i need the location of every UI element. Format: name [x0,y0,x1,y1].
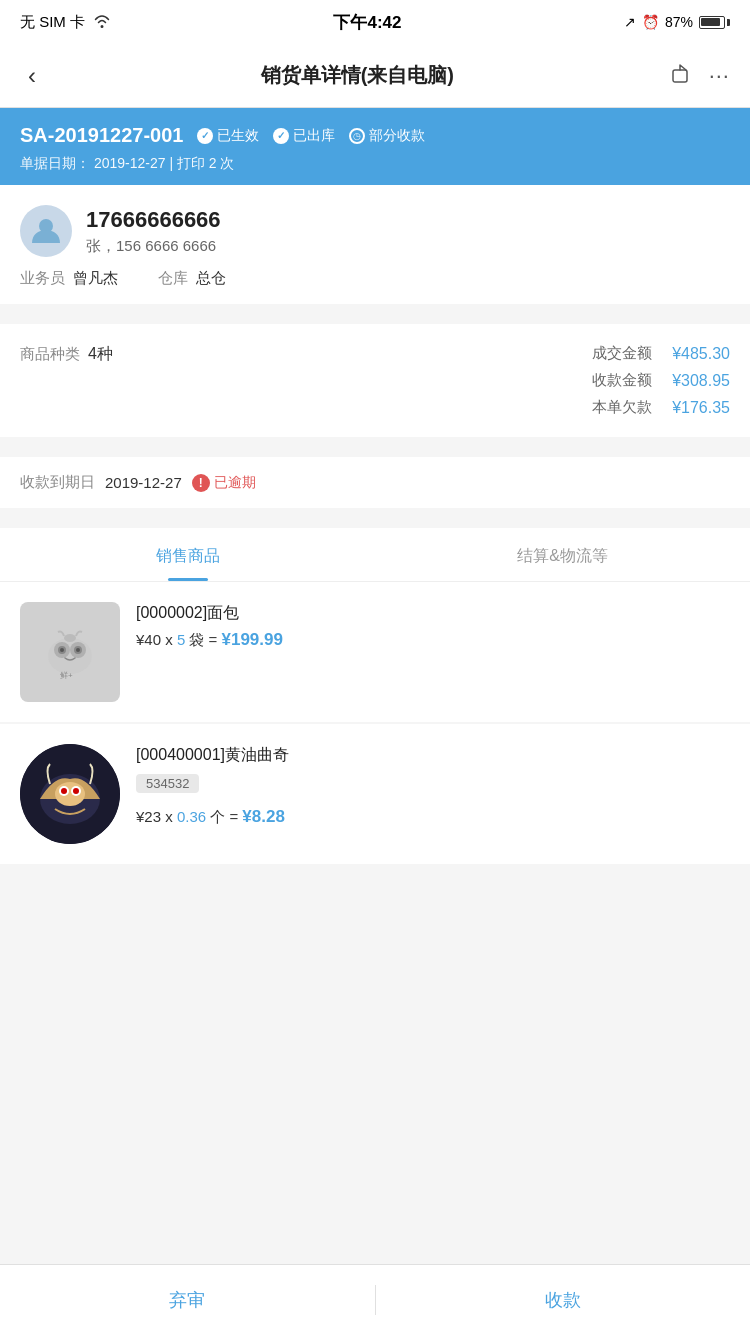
receipt-amount-label: 收款金额 [592,371,652,390]
wifi-icon [93,14,111,31]
stats-amounts: 成交金额 ¥485.30 收款金额 ¥308.95 本单欠款 ¥176.35 [592,344,730,417]
product-thumb-2 [20,744,120,844]
nav-actions: ··· [671,62,730,89]
divider-2 [0,437,750,447]
deal-amount-value: ¥485.30 [672,345,730,363]
order-header: SA-20191227-001 ✓ 已生效 ✓ 已出库 ◷ 部分收款 单据日期：… [0,108,750,185]
receipt-amount-value: ¥308.95 [672,372,730,390]
battery-text: 87% [665,14,693,30]
product-sku-2: 534532 [136,774,199,793]
customer-meta: 业务员 曾凡杰 仓库 总仓 [20,269,730,288]
order-date-row: 单据日期： 2019-12-27 | 打印 2 次 [20,155,730,173]
product-total-1: ¥199.99 [222,630,283,649]
product-kinds-value: 4种 [88,344,113,365]
salesman-value: 曾凡杰 [73,269,118,288]
product-total-2: ¥8.28 [242,807,285,826]
product-card-2: [000400001]黄油曲奇 534532 ¥23 x 0.36 个 = ¥8… [0,724,750,864]
share-button[interactable] [671,62,693,89]
svg-rect-0 [673,70,687,82]
product-info-2: [000400001]黄油曲奇 534532 ¥23 x 0.36 个 = ¥8… [136,744,730,827]
customer-avatar [20,205,72,257]
deal-amount-label: 成交金额 [592,344,652,363]
alarm-icon: ⏰ [642,14,659,30]
product-name-1: [0000002]面包 [136,602,730,624]
product-info-1: [0000002]面包 ¥40 x 5 袋 = ¥199.99 [136,602,730,650]
due-date-section: 收款到期日 2019-12-27 ! 已逾期 [0,457,750,508]
product-qty-2: 0.36 [177,808,206,825]
debt-amount-value: ¥176.35 [672,399,730,417]
order-date: 2019-12-27 [94,155,166,171]
bottom-bar: 弃审 收款 [0,1264,750,1334]
confirm-button[interactable]: 收款 [376,1268,751,1332]
overdue-icon: ! [192,474,210,492]
svg-point-13 [55,782,85,806]
product-kinds-label: 商品种类 [20,345,80,364]
salesman-label: 业务员 [20,269,65,288]
more-button[interactable]: ··· [709,63,730,89]
status-left: 无 SIM 卡 [20,13,111,32]
warehouse-value: 总仓 [196,269,226,288]
warehouse-label: 仓库 [158,269,188,288]
check-icon-active: ✓ [197,128,213,144]
status-time: 下午4:42 [333,11,401,34]
tab-settlement[interactable]: 结算&物流等 [375,528,750,581]
svg-point-9 [64,634,76,642]
product-card-1: 鲜+ [0000002]面包 ¥40 x 5 袋 = ¥199.99 [0,582,750,722]
location-icon: ↗ [624,14,636,30]
svg-point-8 [76,648,80,652]
svg-point-7 [60,648,64,652]
customer-name: 张，156 6666 6666 [86,237,730,256]
svg-point-2 [48,638,92,674]
bottom-spacer [0,866,750,946]
divider-1 [0,304,750,314]
page-title: 销货单详情(来自电脑) [261,62,454,89]
tab-sales-products[interactable]: 销售商品 [0,528,375,581]
order-id: SA-20191227-001 [20,124,183,147]
svg-text:鲜+: 鲜+ [60,671,73,680]
tab-settlement-label: 结算&物流等 [517,547,608,564]
product-name-2: [000400001]黄油曲奇 [136,744,730,766]
carrier-text: 无 SIM 卡 [20,13,85,32]
status-shipped: ✓ 已出库 [273,127,335,145]
product-qty-1: 5 [177,631,185,648]
check-icon-shipped: ✓ [273,128,289,144]
clock-icon: ◷ [349,128,365,144]
back-button[interactable]: ‹ [20,54,44,98]
overdue-badge: ! 已逾期 [192,474,256,492]
svg-point-16 [61,788,67,794]
customer-phone: 17666666666 [86,207,730,233]
print-info: | 打印 2 次 [169,155,234,171]
customer-section: 17666666666 张，156 6666 6666 业务员 曾凡杰 仓库 总… [0,185,750,304]
tabs-section: 销售商品 结算&物流等 [0,528,750,582]
status-bar: 无 SIM 卡 下午4:42 ↗ ⏰ 87% [0,0,750,44]
battery-icon [699,16,730,29]
date-label: 单据日期： [20,155,90,171]
product-thumb-1: 鲜+ [20,602,120,702]
cancel-button[interactable]: 弃审 [0,1268,375,1332]
due-date-label: 收款到期日 [20,473,95,492]
debt-amount-label: 本单欠款 [592,398,652,417]
stats-section: 商品种类 4种 成交金额 ¥485.30 收款金额 ¥308.95 本单欠款 ¥… [0,324,750,437]
product-kinds: 商品种类 4种 [20,344,113,365]
tab-sales-label: 销售商品 [156,547,220,564]
due-date-value: 2019-12-27 [105,474,182,491]
status-right: ↗ ⏰ 87% [624,14,730,30]
svg-point-17 [73,788,79,794]
status-active: ✓ 已生效 [197,127,259,145]
divider-3 [0,508,750,518]
product-price-2: ¥23 x 0.36 个 = ¥8.28 [136,807,730,827]
product-price-1: ¥40 x 5 袋 = ¥199.99 [136,630,730,650]
overdue-text: 已逾期 [214,474,256,492]
products-section: 鲜+ [0000002]面包 ¥40 x 5 袋 = ¥199.99 [0,582,750,864]
status-partial: ◷ 部分收款 [349,127,425,145]
nav-bar: ‹ 销货单详情(来自电脑) ··· [0,44,750,108]
